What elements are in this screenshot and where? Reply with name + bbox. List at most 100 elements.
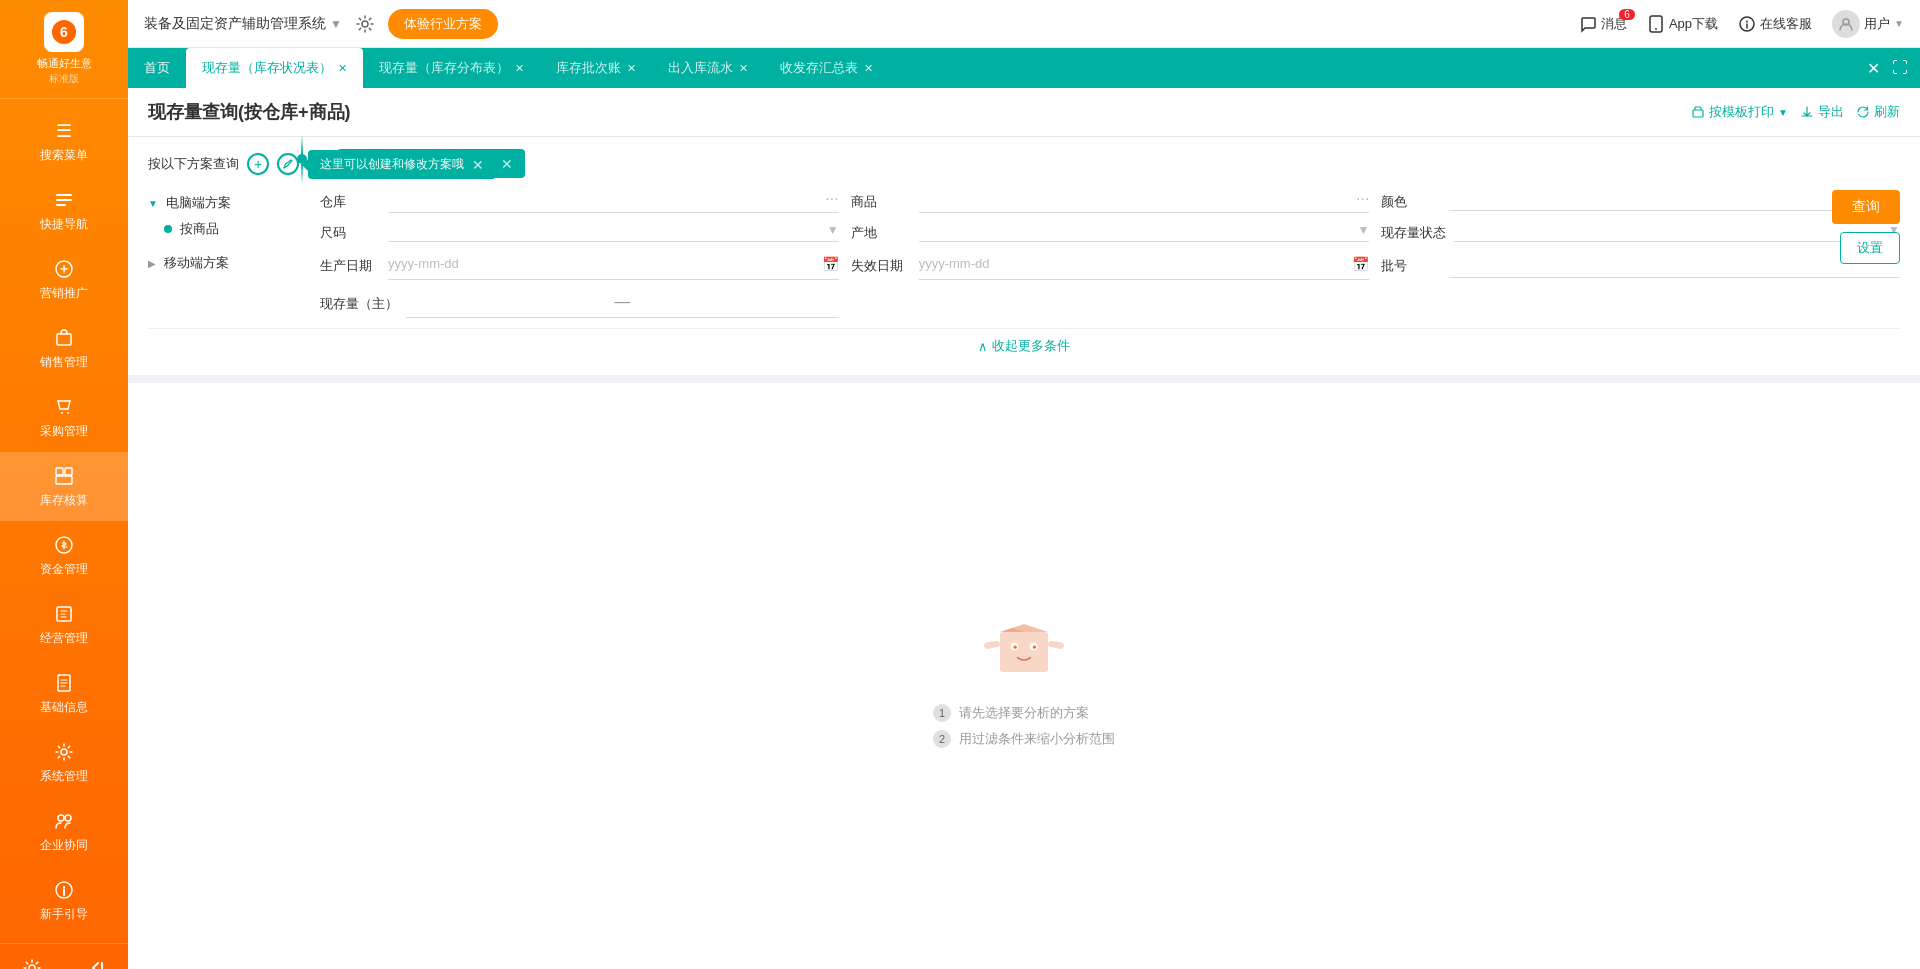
filter-field-color: 颜色 ▼	[1381, 190, 1900, 213]
tab-inventory-status-label: 现存量（库存状况表）	[202, 59, 332, 77]
top-header: 装备及固定资产辅助管理系统 ▼ 体验行业方案 消息 6	[128, 0, 1920, 48]
system-selector[interactable]: 装备及固定资产辅助管理系统 ▼	[144, 15, 342, 33]
product-ellipsis-icon[interactable]: ···	[1356, 190, 1369, 208]
tab-in-out-flow-label: 出入库流水	[668, 59, 733, 77]
sidebar-item-inventory[interactable]: 库存核算	[0, 452, 128, 521]
base-info-icon	[52, 671, 76, 695]
expiry-date-from-calendar-icon[interactable]: 📅	[1352, 256, 1369, 272]
set-button[interactable]: 设置	[1840, 232, 1900, 264]
inventory-qty-to[interactable]	[638, 290, 838, 313]
tooltip2-close[interactable]: ✕	[472, 157, 484, 173]
sidebar-item-label: 营销推广	[40, 285, 88, 302]
svg-point-4	[61, 412, 63, 414]
svg-point-12	[61, 749, 67, 755]
svg-rect-30	[1048, 640, 1065, 649]
experience-button[interactable]: 体验行业方案	[388, 9, 498, 39]
tab-batch-account[interactable]: 库存批次账 ✕	[540, 48, 652, 88]
filter-row-2: 尺码 ▼ 产地 ▼	[308, 223, 1900, 242]
warehouse-ellipsis-icon[interactable]: ···	[825, 190, 838, 208]
filter-field-production-date: 生产日期 📅	[320, 252, 839, 280]
tab-inventory-distribution[interactable]: 现存量（库存分布表） ✕	[363, 48, 540, 88]
tooltip2-scheme-create: 这里可以创建和修改方案哦 ✕	[308, 150, 496, 179]
collapse-button[interactable]: ∧ 收起更多条件	[978, 337, 1070, 355]
sidebar-item-base-info[interactable]: 基础信息	[0, 659, 128, 728]
filter-edit-button[interactable]	[277, 153, 299, 175]
size-label: 尺码	[320, 224, 380, 242]
filter-add-button[interactable]: +	[247, 153, 269, 175]
sidebar-item-quick-nav[interactable]: 快捷导航	[0, 176, 128, 245]
scheme-desktop-item[interactable]: 按商品	[164, 216, 292, 242]
header-settings-icon[interactable]	[350, 9, 380, 39]
tabs-fullscreen-icon[interactable]: ⛶	[1888, 55, 1912, 81]
messages-badge: 6	[1619, 9, 1635, 20]
sidebar-item-purchase[interactable]: 采购管理	[0, 383, 128, 452]
sidebar-item-system[interactable]: 系统管理	[0, 728, 128, 797]
user-button[interactable]: 用户 ▼	[1832, 10, 1904, 38]
production-date-from[interactable]	[388, 252, 818, 275]
filter-field-origin: 产地 ▼	[851, 223, 1370, 242]
page-actions: 按模板打印 ▼ 导出 刷新	[1691, 103, 1900, 121]
sidebar-logo: 6 畅通好生意 标准版	[0, 0, 128, 99]
color-label: 颜色	[1381, 193, 1441, 211]
svg-point-13	[58, 815, 64, 821]
refresh-button[interactable]: 刷新	[1856, 103, 1900, 121]
purchase-icon	[52, 395, 76, 419]
user-avatar	[1832, 10, 1860, 38]
sidebar-item-sales[interactable]: 销售管理	[0, 314, 128, 383]
tab-in-out-flow[interactable]: 出入库流水 ✕	[652, 48, 764, 88]
inventory-qty-from[interactable]	[406, 290, 606, 313]
origin-chevron-icon: ▼	[1357, 223, 1369, 237]
svg-rect-23	[1693, 110, 1703, 117]
tab-collect-summary-label: 收发存汇总表	[780, 59, 858, 77]
scheme-dot	[164, 225, 172, 233]
tab-home[interactable]: 首页	[128, 48, 186, 88]
size-select-container[interactable]: ▼	[388, 223, 839, 242]
collapse-bar[interactable]: ∧ 收起更多条件	[148, 328, 1900, 363]
scheme-desktop[interactable]: ▼ 电脑端方案	[148, 190, 292, 216]
tab-collect-summary-close[interactable]: ✕	[864, 62, 873, 75]
sidebar-item-operations[interactable]: 经营管理	[0, 590, 128, 659]
tooltip2-text: 这里可以创建和修改方案哦	[320, 156, 464, 173]
scheme-mobile[interactable]: ▶ 移动端方案	[148, 250, 292, 276]
sidebar-item-search-menu[interactable]: ☰ 搜索菜单	[0, 107, 128, 176]
svg-rect-6	[56, 476, 72, 484]
sidebar-item-label: 新手引导	[40, 906, 88, 923]
tab-inventory-status-close[interactable]: ✕	[338, 62, 347, 75]
search-button[interactable]: 查询	[1832, 190, 1900, 224]
template-print-button[interactable]: 按模板打印 ▼	[1691, 103, 1788, 121]
tab-inventory-status[interactable]: 现存量（库存状况表） ✕	[186, 48, 363, 88]
sidebar-item-marketing[interactable]: 营销推广	[0, 245, 128, 314]
sidebar-item-label: 采购管理	[40, 423, 88, 440]
production-date-from-calendar-icon[interactable]: 📅	[822, 256, 839, 272]
chevron-down-icon: ▼	[330, 17, 342, 31]
tabs-close-all-icon[interactable]: ✕	[1863, 55, 1884, 82]
settings-button[interactable]	[18, 954, 46, 969]
collapse-button[interactable]	[82, 954, 110, 969]
sidebar-item-guide[interactable]: 新手引导	[0, 866, 128, 935]
tab-in-out-flow-close[interactable]: ✕	[739, 62, 748, 75]
empty-tip-2: 2 用过滤条件来缩小分析范围	[933, 726, 1115, 752]
app-download-button[interactable]: App下载	[1647, 15, 1718, 33]
header-right: 消息 6 App下载 在线客服	[1579, 10, 1904, 38]
expiry-date-from[interactable]	[919, 252, 1349, 275]
tooltip1-close[interactable]: ✕	[501, 156, 513, 172]
template-print-arrow: ▼	[1778, 107, 1788, 118]
svg-rect-29	[984, 640, 1001, 649]
filter-field-inventory-status: 现存量状态 ▼	[1381, 223, 1900, 242]
sidebar-item-finance[interactable]: 资金管理	[0, 521, 128, 590]
sidebar-item-label: 快捷导航	[40, 216, 88, 233]
tab-collect-summary[interactable]: 收发存汇总表 ✕	[764, 48, 889, 88]
tab-batch-account-close[interactable]: ✕	[627, 62, 636, 75]
tab-inventory-distribution-close[interactable]: ✕	[515, 62, 524, 75]
export-label: 导出	[1818, 103, 1844, 121]
origin-select-container[interactable]: ▼	[919, 223, 1370, 242]
online-support-button[interactable]: 在线客服	[1738, 15, 1812, 33]
filter-field-inventory-qty: 现存量（主） —	[320, 290, 839, 318]
sidebar-item-enterprise[interactable]: 企业协同	[0, 797, 128, 866]
inventory-status-label: 现存量状态	[1381, 224, 1446, 242]
svg-point-28	[1033, 646, 1036, 649]
export-button[interactable]: 导出	[1800, 103, 1844, 121]
svg-point-27	[1014, 646, 1017, 649]
app-download-label: App下载	[1669, 15, 1718, 33]
messages-button[interactable]: 消息 6	[1579, 15, 1627, 33]
